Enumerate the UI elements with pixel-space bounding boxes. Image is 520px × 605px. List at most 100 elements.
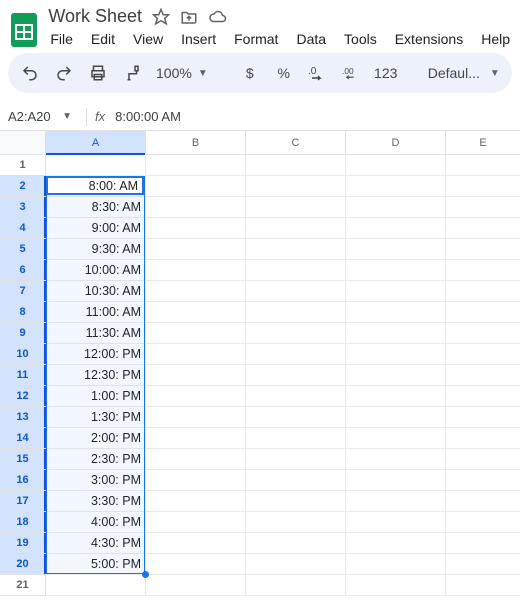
cell[interactable] bbox=[146, 449, 246, 470]
cell[interactable] bbox=[246, 302, 346, 323]
currency-button[interactable]: $ bbox=[240, 65, 260, 81]
row-header[interactable]: 10 bbox=[0, 344, 46, 365]
cell[interactable] bbox=[246, 344, 346, 365]
cell[interactable] bbox=[346, 197, 446, 218]
redo-icon[interactable] bbox=[54, 64, 74, 82]
cell[interactable] bbox=[346, 512, 446, 533]
cell[interactable] bbox=[246, 260, 346, 281]
percent-button[interactable]: % bbox=[274, 65, 294, 81]
font-dropdown-icon[interactable]: ▼ bbox=[490, 68, 500, 79]
cell[interactable] bbox=[246, 386, 346, 407]
row-header[interactable]: 15 bbox=[0, 449, 46, 470]
cell[interactable] bbox=[146, 407, 246, 428]
cell[interactable] bbox=[146, 344, 246, 365]
row-header[interactable]: 11 bbox=[0, 365, 46, 386]
cell[interactable]: 9:00: AM bbox=[46, 218, 146, 239]
row-header[interactable]: 17 bbox=[0, 491, 46, 512]
cell[interactable] bbox=[46, 575, 146, 596]
menu-tools[interactable]: Tools bbox=[344, 31, 377, 47]
print-icon[interactable] bbox=[88, 64, 108, 82]
cell[interactable]: 2:30: PM bbox=[46, 449, 146, 470]
menu-file[interactable]: File bbox=[50, 31, 73, 47]
cell[interactable]: 1:30: PM bbox=[46, 407, 146, 428]
menu-help[interactable]: Help bbox=[481, 31, 510, 47]
cell[interactable] bbox=[246, 428, 346, 449]
cell[interactable] bbox=[446, 533, 520, 554]
cell[interactable] bbox=[346, 470, 446, 491]
cell[interactable] bbox=[346, 239, 446, 260]
cell[interactable] bbox=[346, 281, 446, 302]
cell[interactable] bbox=[246, 533, 346, 554]
cell[interactable] bbox=[346, 344, 446, 365]
cell[interactable] bbox=[346, 176, 446, 197]
row-header[interactable]: 1 bbox=[0, 155, 46, 176]
cell[interactable] bbox=[346, 407, 446, 428]
cell[interactable] bbox=[346, 155, 446, 176]
cell[interactable]: 12:30: PM bbox=[46, 365, 146, 386]
cell[interactable]: 9:30: AM bbox=[46, 239, 146, 260]
cell[interactable] bbox=[446, 428, 520, 449]
cell[interactable] bbox=[346, 491, 446, 512]
row-header[interactable]: 19 bbox=[0, 533, 46, 554]
column-header[interactable]: E bbox=[446, 131, 520, 155]
cell[interactable] bbox=[446, 260, 520, 281]
cell[interactable] bbox=[446, 512, 520, 533]
cell[interactable] bbox=[446, 218, 520, 239]
row-header[interactable]: 12 bbox=[0, 386, 46, 407]
cell[interactable] bbox=[446, 281, 520, 302]
zoom-dropdown-icon[interactable]: ▼ bbox=[198, 68, 208, 79]
menu-extensions[interactable]: Extensions bbox=[395, 31, 463, 47]
cell[interactable]: 10:00: AM bbox=[46, 260, 146, 281]
cell[interactable] bbox=[346, 323, 446, 344]
paint-format-icon[interactable] bbox=[122, 64, 142, 82]
cell[interactable] bbox=[346, 533, 446, 554]
cell[interactable] bbox=[446, 554, 520, 575]
number-format-button[interactable]: 123 bbox=[376, 65, 396, 81]
cell[interactable] bbox=[346, 449, 446, 470]
cell[interactable] bbox=[146, 533, 246, 554]
column-header[interactable]: D bbox=[346, 131, 446, 155]
zoom-level[interactable]: 100% bbox=[156, 65, 192, 81]
cell[interactable] bbox=[346, 575, 446, 596]
menu-edit[interactable]: Edit bbox=[91, 31, 115, 47]
decrease-decimal-button[interactable]: .0 bbox=[308, 65, 328, 81]
cell[interactable] bbox=[446, 386, 520, 407]
row-header[interactable]: 3 bbox=[0, 197, 46, 218]
cell[interactable] bbox=[246, 470, 346, 491]
cell[interactable] bbox=[246, 155, 346, 176]
menu-data[interactable]: Data bbox=[296, 31, 326, 47]
column-header[interactable]: A bbox=[46, 131, 146, 155]
cell[interactable] bbox=[446, 407, 520, 428]
cell[interactable] bbox=[146, 575, 246, 596]
cell[interactable] bbox=[146, 323, 246, 344]
cell[interactable] bbox=[446, 470, 520, 491]
column-header[interactable]: B bbox=[146, 131, 246, 155]
cell[interactable] bbox=[146, 281, 246, 302]
cell[interactable] bbox=[146, 512, 246, 533]
cell[interactable] bbox=[346, 428, 446, 449]
cell[interactable] bbox=[146, 554, 246, 575]
cell[interactable] bbox=[146, 386, 246, 407]
formula-bar[interactable]: 8:00:00 AM bbox=[115, 109, 181, 124]
increase-decimal-button[interactable]: .00 bbox=[342, 65, 362, 81]
row-header[interactable]: 16 bbox=[0, 470, 46, 491]
cell[interactable] bbox=[246, 281, 346, 302]
cell[interactable]: 4:30: PM bbox=[46, 533, 146, 554]
cell[interactable] bbox=[246, 218, 346, 239]
sheets-logo[interactable] bbox=[10, 10, 38, 50]
cell[interactable] bbox=[146, 302, 246, 323]
cell[interactable] bbox=[346, 365, 446, 386]
cell[interactable] bbox=[246, 239, 346, 260]
cell[interactable] bbox=[246, 176, 346, 197]
cell[interactable]: 1:00: PM bbox=[46, 386, 146, 407]
cell[interactable] bbox=[246, 512, 346, 533]
cell[interactable] bbox=[146, 260, 246, 281]
cell[interactable] bbox=[146, 197, 246, 218]
row-header[interactable]: 14 bbox=[0, 428, 46, 449]
cell[interactable] bbox=[446, 197, 520, 218]
row-header[interactable]: 8 bbox=[0, 302, 46, 323]
cell[interactable] bbox=[146, 176, 246, 197]
cell[interactable] bbox=[446, 365, 520, 386]
cell[interactable] bbox=[346, 554, 446, 575]
menu-view[interactable]: View bbox=[133, 31, 163, 47]
